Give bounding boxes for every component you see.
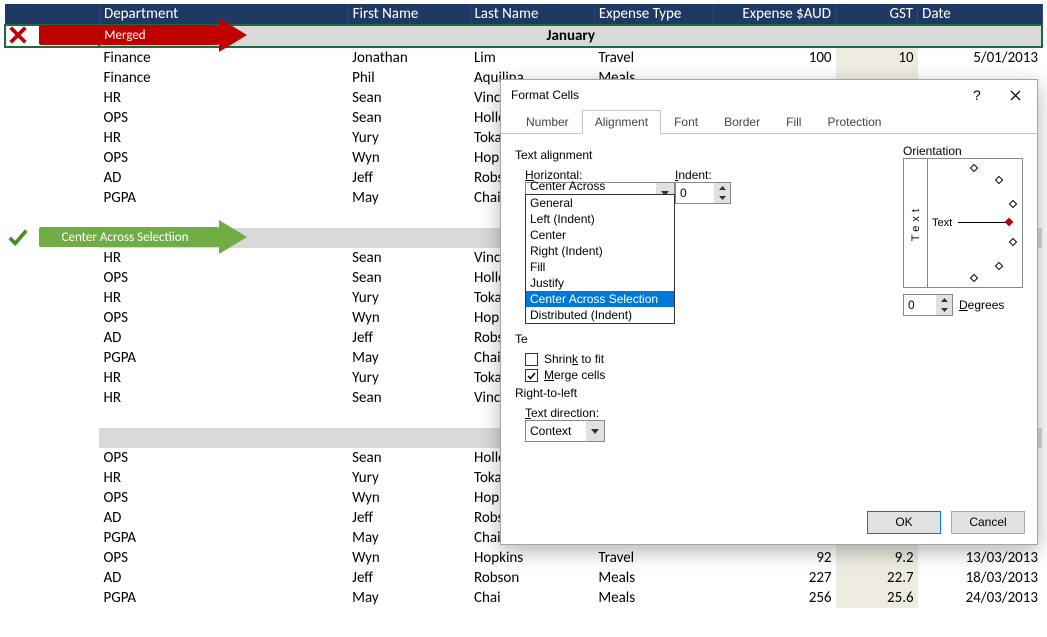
spinner-down[interactable] xyxy=(936,305,952,315)
dialog-tabs: Number Alignment Font Border Fill Protec… xyxy=(501,110,1037,134)
orientation-label: Orientation xyxy=(903,144,1023,158)
option-selected[interactable]: Center Across Selection xyxy=(526,291,674,307)
merge-checkbox-row[interactable]: Merge cells xyxy=(525,368,1023,382)
option[interactable]: Left (Indent) xyxy=(526,211,674,227)
orientation-text: Text xyxy=(932,217,952,229)
tab-border[interactable]: Border xyxy=(711,110,773,133)
table-row[interactable]: ADJeffRobsonMeals22722.718/03/2013 xyxy=(5,568,1042,588)
close-button[interactable] xyxy=(1001,83,1029,107)
callout-merged-label: Merged xyxy=(104,28,145,43)
hdr-et[interactable]: Expense Type xyxy=(594,4,713,25)
horizontal-options: General Left (Indent) Center Right (Inde… xyxy=(525,194,675,324)
orientation-vtext: Text xyxy=(910,205,922,241)
textdir-select[interactable]: Context xyxy=(525,420,605,442)
chevron-down-icon[interactable] xyxy=(586,421,604,441)
indent-value: 0 xyxy=(676,186,714,200)
hdr-gst[interactable]: GST xyxy=(836,4,918,25)
option[interactable]: Justify xyxy=(526,275,674,291)
option[interactable]: Distributed (Indent) xyxy=(526,307,674,323)
option[interactable]: Center xyxy=(526,227,674,243)
ok-button[interactable]: OK xyxy=(867,511,941,534)
hdr-date[interactable]: Date xyxy=(918,4,1042,25)
hdr-ln[interactable]: Last Name xyxy=(470,4,594,25)
degrees-label: Degrees xyxy=(959,298,1004,312)
spinner-up[interactable] xyxy=(936,295,952,305)
tab-number[interactable]: Number xyxy=(513,110,582,133)
tab-protection[interactable]: Protection xyxy=(814,110,894,133)
tab-alignment[interactable]: Alignment xyxy=(582,110,661,134)
group-rtl: Right-to-left xyxy=(515,386,1023,400)
indent-label: Indent: xyxy=(675,168,731,182)
table-row[interactable]: PGPAMayChaiMeals25625.624/03/2013 xyxy=(5,588,1042,608)
dialog-title: Format Cells xyxy=(511,88,973,102)
indent-spinner[interactable]: 0 xyxy=(675,182,731,204)
check-icon xyxy=(7,226,29,248)
merge-label: Merge cells xyxy=(544,368,605,382)
degrees-value: 0 xyxy=(904,298,936,312)
spinner-down[interactable] xyxy=(714,193,730,203)
cancel-button[interactable]: Cancel xyxy=(951,511,1025,534)
option[interactable]: Right (Indent) xyxy=(526,243,674,259)
hdr-amt[interactable]: Expense $AUD xyxy=(714,4,836,25)
hdr-fn[interactable]: First Name xyxy=(348,4,470,25)
format-cells-dialog: Format Cells ? Number Alignment Font Bor… xyxy=(500,79,1038,545)
dialog-titlebar: Format Cells ? xyxy=(501,80,1037,110)
option[interactable]: Fill xyxy=(526,259,674,275)
table-row[interactable]: OPSWynHopkinsTravel929.213/03/2013 xyxy=(5,548,1042,568)
header-row: Department First Name Last Name Expense … xyxy=(5,4,1042,25)
spinner-up[interactable] xyxy=(714,183,730,193)
shrink-label: Shrink to fit xyxy=(544,352,604,366)
orientation-control[interactable]: Text Text xyxy=(903,158,1023,288)
shrink-checkbox[interactable] xyxy=(525,353,538,366)
tab-font[interactable]: Font xyxy=(661,110,711,133)
shrink-checkbox-row[interactable]: Shrink to fit xyxy=(525,352,1023,366)
textdir-label: Text direction: xyxy=(525,406,1023,420)
tab-fill[interactable]: Fill xyxy=(773,110,814,133)
table-row[interactable]: FinanceJonathanLimTravel100105/01/2013 xyxy=(5,47,1042,68)
textdir-value: Context xyxy=(530,424,571,438)
cross-icon xyxy=(7,24,29,46)
orientation-group: Orientation Text Text 0 xyxy=(903,144,1023,316)
close-icon xyxy=(1010,90,1021,101)
option[interactable]: General xyxy=(526,195,674,211)
group-text-control: Te xyxy=(515,332,1023,346)
callout-cas: Center Across Selectiion xyxy=(7,227,247,247)
callout-cas-label: Center Across Selectiion xyxy=(62,230,189,245)
callout-merged: Merged xyxy=(7,25,247,45)
merge-checkbox[interactable] xyxy=(525,369,538,382)
help-button[interactable]: ? xyxy=(973,83,1001,107)
degrees-spinner[interactable]: 0 xyxy=(903,294,953,316)
